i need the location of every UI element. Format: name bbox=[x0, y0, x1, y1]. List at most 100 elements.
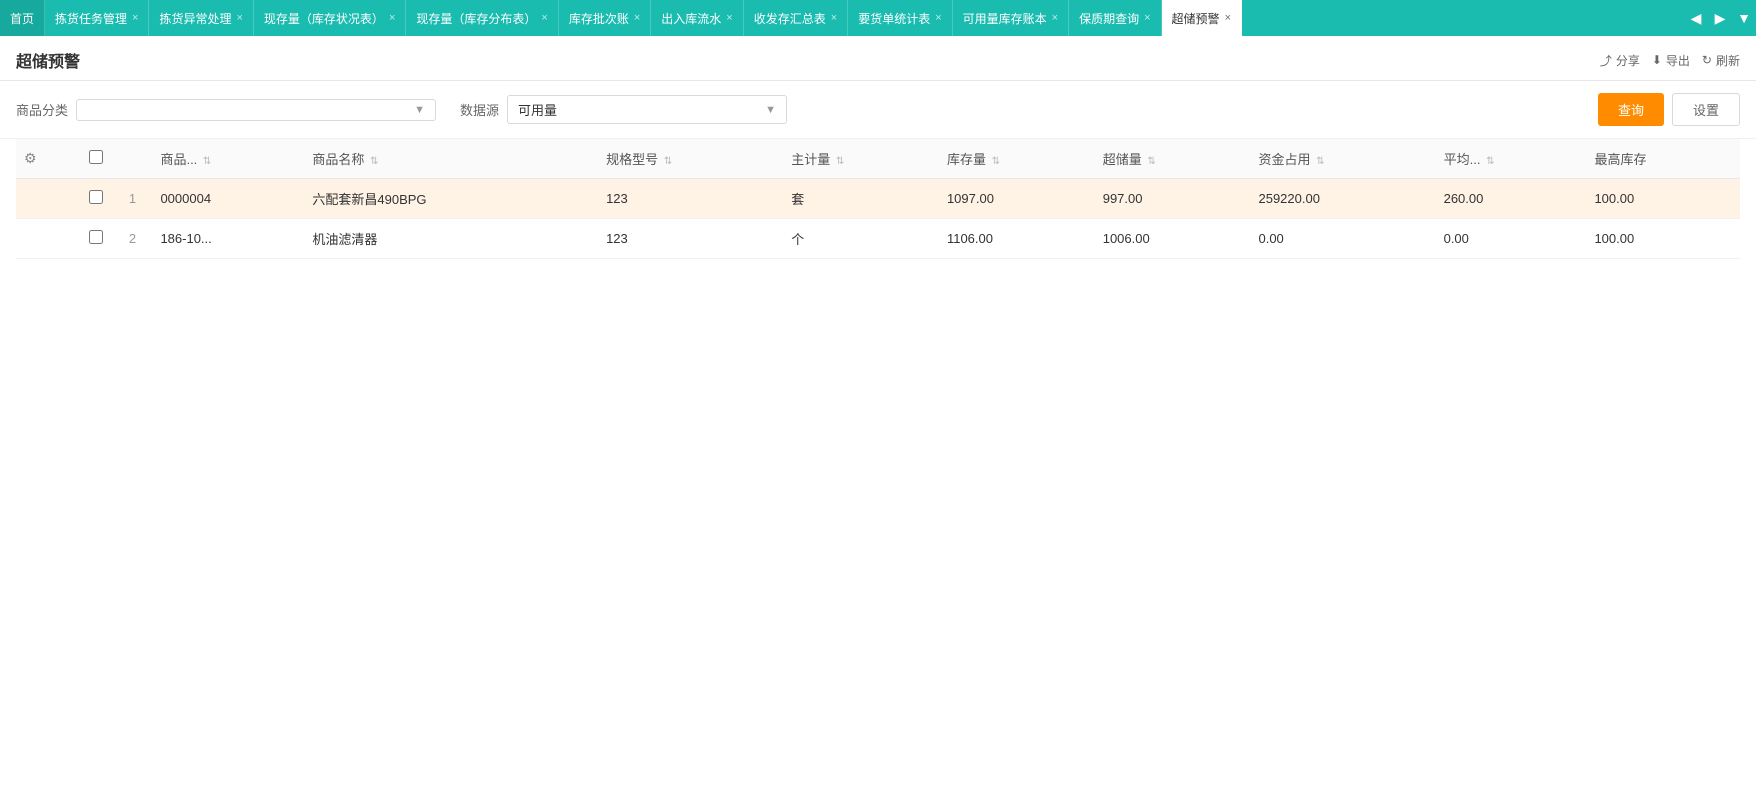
share-label: 分享 bbox=[1616, 52, 1640, 69]
export-button[interactable]: ⬇ 导出 bbox=[1652, 52, 1690, 69]
header-actions: ⤴ 分享 ⬇ 导出 ↻ 刷新 bbox=[1600, 52, 1740, 69]
nav-close-in-out-flow[interactable]: × bbox=[726, 12, 732, 24]
nav-item-home[interactable]: 首页 bbox=[0, 0, 45, 36]
sort-icon: ⇅ bbox=[1147, 156, 1155, 167]
stock: 1097.00 bbox=[939, 179, 1095, 219]
nav-item-tsk-abnormal[interactable]: 拣货异常处理 × bbox=[149, 0, 253, 36]
unit: 个 bbox=[783, 219, 939, 259]
col-avg-header[interactable]: 平均... ⇅ bbox=[1436, 139, 1587, 179]
col-maxstock-header[interactable]: 最高库存 bbox=[1586, 139, 1740, 179]
col-stock-header[interactable]: 库存量 ⇅ bbox=[939, 139, 1095, 179]
unit: 套 bbox=[783, 179, 939, 219]
spec: 123 bbox=[598, 179, 783, 219]
nav-item-stock-status[interactable]: 现存量（库存状况表） × bbox=[254, 0, 406, 36]
table-header-row: ⚙ 商品... ⇅ 商品名称 ⇅ 规格型号 bbox=[16, 139, 1740, 179]
gear-cell bbox=[16, 219, 80, 259]
overstock-table: ⚙ 商品... ⇅ 商品名称 ⇅ 规格型号 bbox=[16, 139, 1740, 259]
filter-category: 商品分类 ▼ bbox=[16, 99, 436, 121]
row-num: 2 bbox=[112, 219, 152, 259]
row-checkbox-1[interactable] bbox=[89, 230, 103, 244]
col-product-code-header[interactable]: 商品... ⇅ bbox=[152, 139, 304, 179]
share-icon: ⤴ bbox=[1600, 52, 1612, 69]
nav-close-recv-send[interactable]: × bbox=[831, 12, 837, 24]
col-checkbox-header bbox=[80, 139, 112, 179]
nav-label: 现存量（库存状况表） bbox=[264, 10, 384, 27]
page-content: 超储预警 ⤴ 分享 ⬇ 导出 ↻ 刷新 商品分类 ▼ 数据源 bbox=[0, 36, 1756, 800]
stock: 1106.00 bbox=[939, 219, 1095, 259]
datasource-dropdown-icon: ▼ bbox=[765, 104, 776, 116]
nav-close-req-stat[interactable]: × bbox=[935, 12, 941, 24]
page-title: 超储预警 bbox=[16, 48, 80, 72]
overstock: 1006.00 bbox=[1095, 219, 1251, 259]
filter-datasource: 数据源 可用量 ▼ bbox=[460, 95, 787, 124]
nav-label: 现存量（库存分布表） bbox=[416, 10, 536, 27]
nav-prev-button[interactable]: ◀ bbox=[1684, 0, 1708, 36]
product-code: 0000004 bbox=[152, 179, 304, 219]
refresh-button[interactable]: ↻ 刷新 bbox=[1702, 52, 1740, 69]
nav-close-overstock[interactable]: × bbox=[1225, 12, 1231, 24]
nav-label: 拣货任务管理 bbox=[55, 10, 127, 27]
nav-arrows: ◀ ▶ ▼ bbox=[1684, 0, 1756, 36]
avg: 260.00 bbox=[1436, 179, 1587, 219]
nav-close-avail-stock[interactable]: × bbox=[1052, 12, 1058, 24]
table-settings-icon[interactable]: ⚙ bbox=[24, 150, 37, 166]
nav-item-in-out-flow[interactable]: 出入库流水 × bbox=[651, 0, 743, 36]
nav-label: 出入库流水 bbox=[661, 10, 721, 27]
row-checkbox-cell bbox=[80, 219, 112, 259]
nav-item-stock-dist[interactable]: 现存量（库存分布表） × bbox=[406, 0, 558, 36]
nav-more-button[interactable]: ▼ bbox=[1732, 0, 1756, 36]
row-num: 1 bbox=[112, 179, 152, 219]
page-header: 超储预警 ⤴ 分享 ⬇ 导出 ↻ 刷新 bbox=[0, 36, 1756, 81]
row-checkbox-cell bbox=[80, 179, 112, 219]
nav-label: 保质期查询 bbox=[1079, 10, 1139, 27]
col-unit-header[interactable]: 主计量 ⇅ bbox=[783, 139, 939, 179]
gear-cell bbox=[16, 179, 80, 219]
nav-item-recv-send[interactable]: 收发存汇总表 × bbox=[744, 0, 848, 36]
col-overstock-header[interactable]: 超储量 ⇅ bbox=[1095, 139, 1251, 179]
share-button[interactable]: ⤴ 分享 bbox=[1600, 52, 1640, 69]
datasource-select[interactable]: 可用量 ▼ bbox=[507, 95, 787, 124]
nav-item-expiry[interactable]: 保质期查询 × bbox=[1069, 0, 1161, 36]
nav-label: 拣货异常处理 bbox=[159, 10, 231, 27]
capital: 0.00 bbox=[1250, 219, 1435, 259]
nav-label: 收发存汇总表 bbox=[754, 10, 826, 27]
table-row: 1 0000004 六配套新昌490BPG 123 套 1097.00 997.… bbox=[16, 179, 1740, 219]
nav-item-avail-stock[interactable]: 可用量库存账本 × bbox=[953, 0, 1069, 36]
export-icon: ⬇ bbox=[1652, 53, 1662, 67]
col-spec-header[interactable]: 规格型号 ⇅ bbox=[598, 139, 783, 179]
col-rownum-header bbox=[112, 139, 152, 179]
nav-item-tsk-mgmt[interactable]: 拣货任务管理 × bbox=[45, 0, 149, 36]
nav-close-stock-batch[interactable]: × bbox=[634, 12, 640, 24]
nav-item-overstock[interactable]: 超储预警 × bbox=[1162, 0, 1242, 36]
sort-icon: ⇅ bbox=[836, 156, 844, 167]
settings-button[interactable]: 设置 bbox=[1672, 93, 1740, 126]
overstock: 997.00 bbox=[1095, 179, 1251, 219]
spec: 123 bbox=[598, 219, 783, 259]
table-row: 2 186-10... 机油滤清器 123 个 1106.00 1006.00 … bbox=[16, 219, 1740, 259]
col-capital-header[interactable]: 资金占用 ⇅ bbox=[1250, 139, 1435, 179]
datasource-label: 数据源 bbox=[460, 100, 499, 119]
table-container: ⚙ 商品... ⇅ 商品名称 ⇅ 规格型号 bbox=[0, 139, 1756, 259]
nav-close-tsk-mgmt[interactable]: × bbox=[132, 12, 138, 24]
product-name: 六配套新昌490BPG bbox=[304, 179, 598, 219]
nav-close-stock-dist[interactable]: × bbox=[541, 12, 547, 24]
category-label: 商品分类 bbox=[16, 100, 68, 119]
refresh-label: 刷新 bbox=[1716, 52, 1740, 69]
sort-icon: ⇅ bbox=[203, 156, 211, 167]
nav-close-stock-status[interactable]: × bbox=[389, 12, 395, 24]
nav-item-req-stat[interactable]: 要货单统计表 × bbox=[848, 0, 952, 36]
col-product-name-header[interactable]: 商品名称 ⇅ bbox=[304, 139, 598, 179]
nav-next-button[interactable]: ▶ bbox=[1708, 0, 1732, 36]
sort-icon: ⇅ bbox=[1316, 156, 1324, 167]
nav-label: 要货单统计表 bbox=[858, 10, 930, 27]
nav-close-tsk-abnormal[interactable]: × bbox=[236, 12, 242, 24]
product-code: 186-10... bbox=[152, 219, 304, 259]
nav-close-expiry[interactable]: × bbox=[1144, 12, 1150, 24]
query-button[interactable]: 查询 bbox=[1598, 93, 1664, 126]
sort-icon: ⇅ bbox=[664, 156, 672, 167]
category-select[interactable]: ▼ bbox=[76, 99, 436, 121]
row-checkbox-0[interactable] bbox=[89, 190, 103, 204]
filter-action-buttons: 查询 设置 bbox=[1598, 93, 1740, 126]
nav-item-stock-batch[interactable]: 库存批次账 × bbox=[559, 0, 651, 36]
select-all-checkbox[interactable] bbox=[89, 150, 103, 164]
